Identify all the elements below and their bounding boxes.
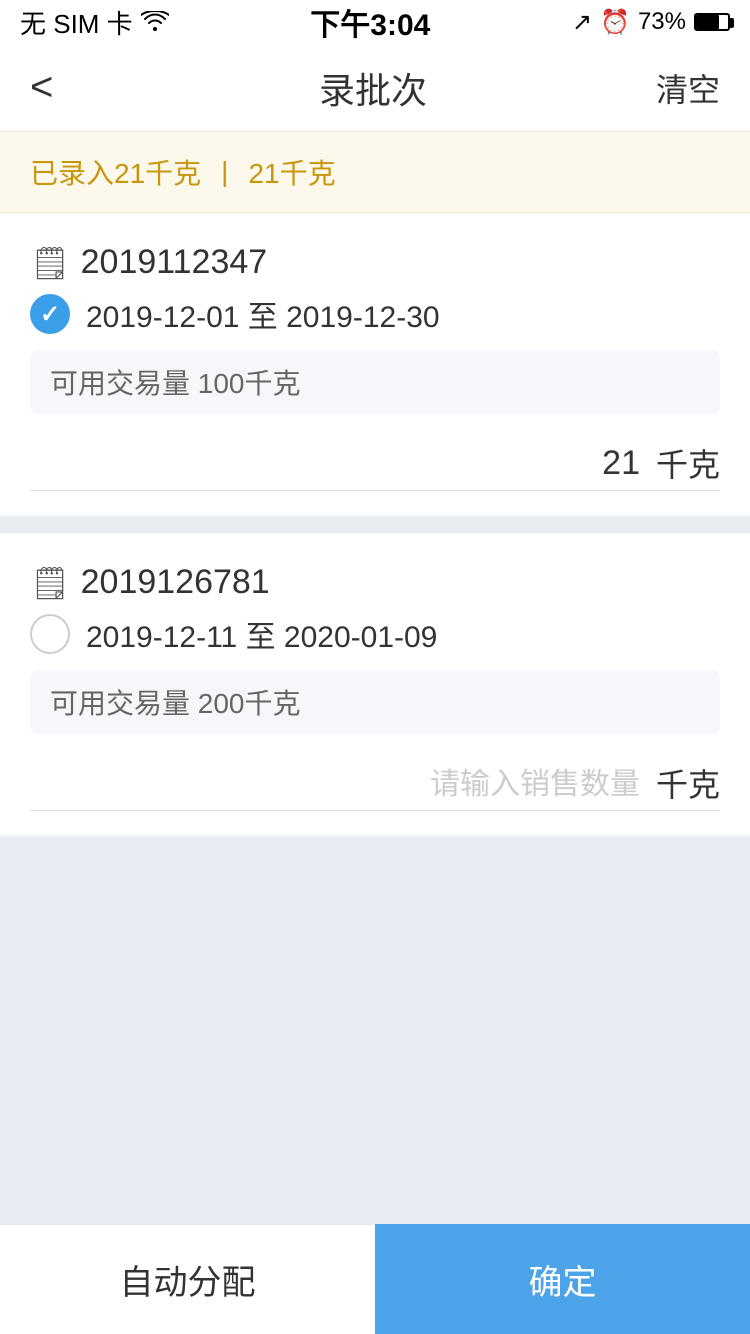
clear-button[interactable]: 清空 xyxy=(656,65,720,111)
batch-item-2: 🗒 2019126781 2019-12-11 至 2020-01-09 可用交… xyxy=(0,533,750,835)
doc-number-1: 2019112347 xyxy=(81,243,268,282)
item-1-date-row: 2019-12-01 至 2019-12-30 xyxy=(30,292,720,336)
nav-bar: < 录批次 清空 xyxy=(0,44,750,132)
recorded-amount: 已录入21千克 xyxy=(30,152,201,192)
item-2-date: 2019-12-11 至 2020-01-09 xyxy=(86,612,437,656)
total-amount: 21千克 xyxy=(248,152,335,192)
item-1-input-row: 千克 xyxy=(30,424,720,491)
doc-number-2: 2019126781 xyxy=(81,563,270,602)
item-2-date-row: 2019-12-11 至 2020-01-09 xyxy=(30,612,720,656)
alarm-icon: ⏰ xyxy=(600,8,630,37)
item-2-quantity-input[interactable] xyxy=(197,764,640,803)
radio-2[interactable] xyxy=(30,614,70,654)
item-1-header: 🗒 2019112347 xyxy=(30,243,720,282)
doc-icon-1: 🗒 xyxy=(30,244,71,282)
section-separator xyxy=(0,517,750,533)
item-1-quantity-input[interactable] xyxy=(197,444,640,483)
battery-percent: 73% xyxy=(638,8,686,36)
item-1-unit: 千克 xyxy=(656,440,720,486)
item-1-avail: 可用交易量 100千克 xyxy=(30,350,720,414)
page-title: 录批次 xyxy=(319,62,427,114)
item-2-avail: 可用交易量 200千克 xyxy=(30,670,720,734)
item-1-date: 2019-12-01 至 2019-12-30 xyxy=(86,292,440,336)
confirm-button[interactable]: 确定 xyxy=(375,1224,750,1334)
empty-area xyxy=(0,837,750,1277)
back-button[interactable]: < xyxy=(30,65,90,110)
info-banner: 已录入21千克 | 21千克 xyxy=(0,132,750,213)
info-divider: | xyxy=(221,156,228,188)
wifi-icon xyxy=(141,7,169,38)
doc-icon-2: 🗒 xyxy=(30,564,71,602)
item-2-header: 🗒 2019126781 xyxy=(30,563,720,602)
auto-distribute-button[interactable]: 自动分配 xyxy=(0,1224,375,1334)
battery-icon xyxy=(694,13,730,31)
status-right: ↗ ⏰ 73% xyxy=(572,8,730,37)
status-time: 下午3:04 xyxy=(310,0,430,44)
item-2-unit: 千克 xyxy=(656,760,720,806)
status-left: 无 SIM 卡 xyxy=(20,4,169,41)
item-2-input-row: 千克 xyxy=(30,744,720,811)
sim-text: 无 SIM 卡 xyxy=(20,4,133,41)
location-icon: ↗ xyxy=(572,8,592,37)
bottom-bar: 自动分配 确定 xyxy=(0,1224,750,1334)
radio-1[interactable] xyxy=(30,294,70,334)
batch-item-1: 🗒 2019112347 2019-12-01 至 2019-12-30 可用交… xyxy=(0,213,750,515)
status-bar: 无 SIM 卡 下午3:04 ↗ ⏰ 73% xyxy=(0,0,750,44)
